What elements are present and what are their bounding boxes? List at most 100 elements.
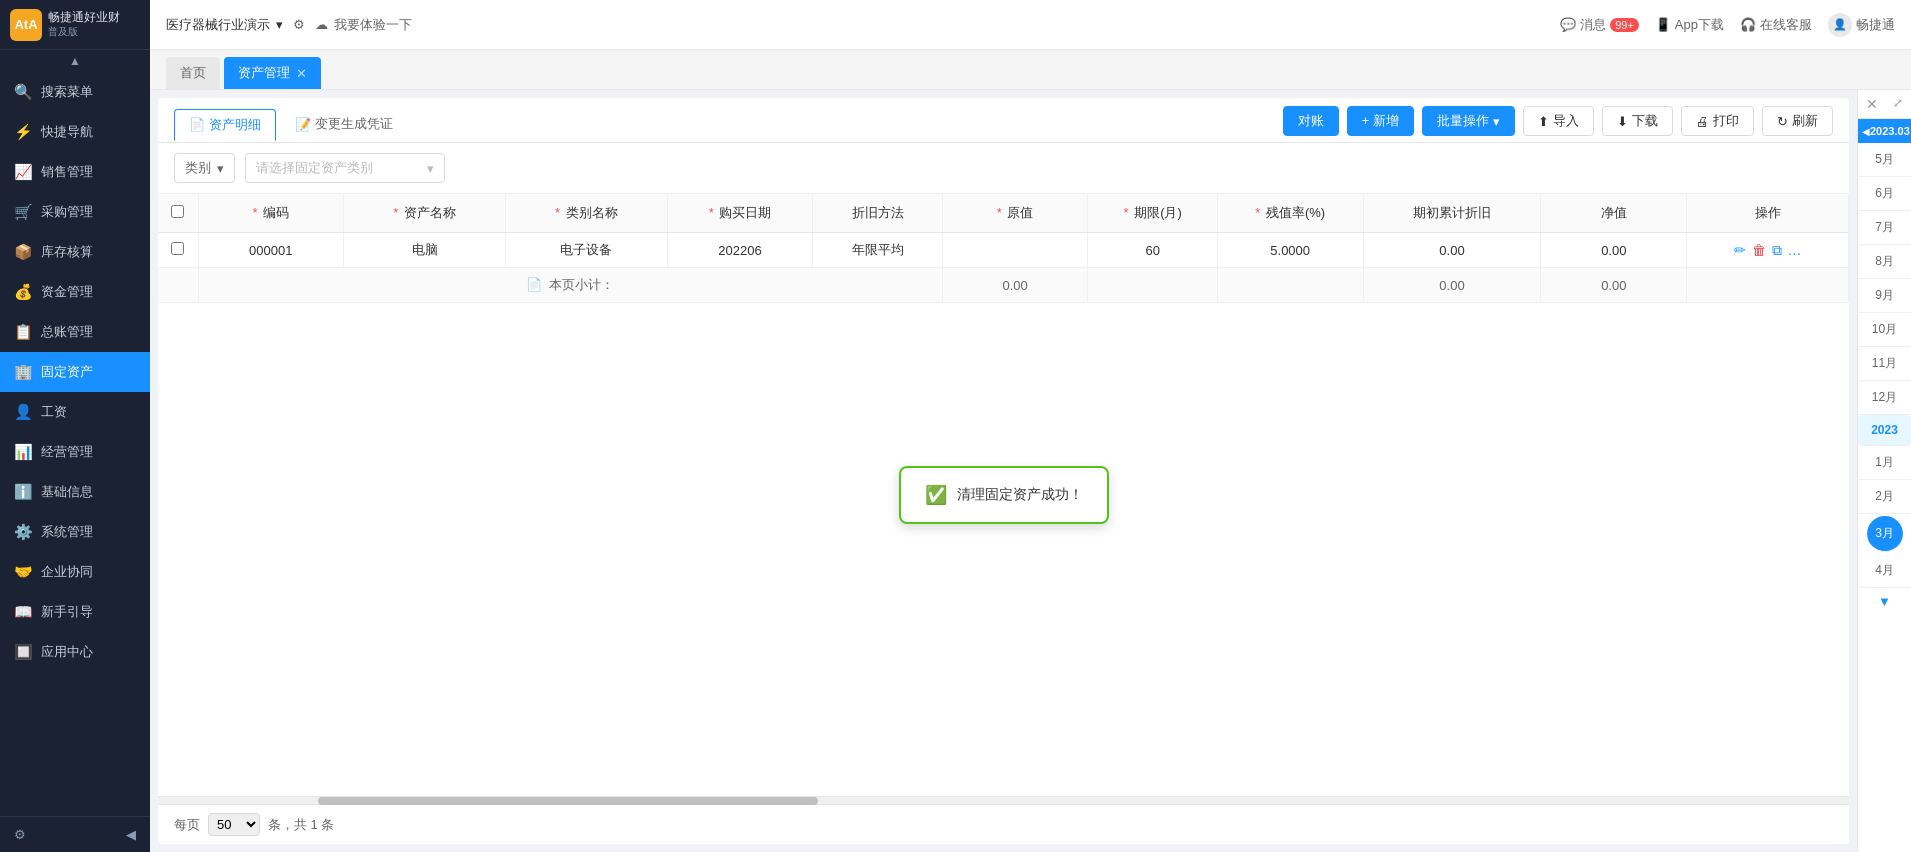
fixed-assets-icon: 🏢 bbox=[14, 363, 33, 381]
batch-dropdown-icon: ▾ bbox=[1493, 114, 1500, 129]
sidebar-scroll-up[interactable]: ▲ bbox=[0, 50, 150, 72]
more-icon[interactable]: … bbox=[1788, 242, 1802, 258]
sidebar-item-system[interactable]: ⚙️ 系统管理 bbox=[0, 512, 150, 552]
per-page-select[interactable]: 50 100 bbox=[208, 813, 260, 836]
tab-home[interactable]: 首页 bbox=[166, 57, 220, 89]
experience-button[interactable]: ☁ 我要体验一下 bbox=[315, 16, 412, 34]
sidebar-item-operations[interactable]: 📊 经营管理 bbox=[0, 432, 150, 472]
success-icon: ✅ bbox=[925, 484, 947, 506]
payroll-icon: 👤 bbox=[14, 403, 33, 421]
subtotal-row: 📄 本页小计： 0.00 0.00 0.00 bbox=[158, 268, 1849, 303]
calendar-prev-icon[interactable]: ◀ bbox=[1862, 126, 1870, 137]
per-page-label: 每页 bbox=[174, 816, 200, 834]
download-button[interactable]: ⬇ 下载 bbox=[1602, 106, 1673, 136]
select-all-checkbox[interactable] bbox=[171, 205, 184, 218]
table-header-value: * 原值 bbox=[942, 194, 1088, 233]
calendar-month-3-current[interactable]: 3月 bbox=[1867, 516, 1903, 552]
settings-button[interactable]: ⚙ bbox=[293, 17, 305, 32]
enterprise-icon: 🤝 bbox=[14, 563, 33, 581]
subtabs: 📄 资产明细 📝 变更生成凭证 对账 + 新增 批量操作 ▾ bbox=[158, 98, 1849, 143]
calendar-month-1[interactable]: 1月 bbox=[1858, 446, 1911, 480]
table-header-checkbox bbox=[158, 194, 198, 233]
collapse-icon[interactable]: ◀ bbox=[126, 827, 136, 842]
import-icon: ⬆ bbox=[1538, 114, 1549, 129]
sidebar-item-quick-nav[interactable]: ⚡ 快捷导航 bbox=[0, 112, 150, 152]
company-dropdown-icon: ▾ bbox=[276, 17, 283, 32]
logo-text: 畅捷通好业财 bbox=[48, 10, 120, 26]
operations-icon: 📊 bbox=[14, 443, 33, 461]
calendar-expand-icon[interactable]: ⤢ bbox=[1891, 94, 1905, 114]
calendar-scroll-down-icon[interactable]: ▼ bbox=[1872, 588, 1897, 615]
pagination: 每页 50 100 条，共 1 条 bbox=[158, 804, 1849, 844]
row-checkbox[interactable] bbox=[171, 242, 184, 255]
sidebar-item-app-center[interactable]: 🔲 应用中心 bbox=[0, 632, 150, 672]
row-method: 年限平均 bbox=[813, 233, 942, 268]
scroll-thumb[interactable] bbox=[318, 797, 818, 805]
refresh-button[interactable]: ↻ 刷新 bbox=[1762, 106, 1833, 136]
subtab-generate-voucher[interactable]: 📝 变更生成凭证 bbox=[280, 108, 408, 140]
notifications-button[interactable]: 💬 消息 99+ bbox=[1560, 16, 1639, 34]
calendar-month-4[interactable]: 4月 bbox=[1858, 554, 1911, 588]
calendar-month-11[interactable]: 11月 bbox=[1858, 347, 1911, 381]
table-header-period: * 期限(月) bbox=[1088, 194, 1217, 233]
assets-table: * 编码 * 资产名称 * 类别名称 bbox=[158, 194, 1849, 303]
edit-icon[interactable]: ✏ bbox=[1734, 242, 1746, 258]
category-filter[interactable]: 类别 ▾ bbox=[174, 153, 235, 183]
copy-icon[interactable]: ⧉ bbox=[1772, 242, 1782, 259]
delete-icon[interactable]: 🗑 bbox=[1752, 242, 1766, 258]
calendar-month-9[interactable]: 9月 bbox=[1858, 279, 1911, 313]
row-net: 0.00 bbox=[1541, 233, 1687, 268]
horizontal-scrollbar[interactable] bbox=[158, 796, 1849, 804]
batch-operation-button[interactable]: 批量操作 ▾ bbox=[1422, 106, 1515, 136]
table-header-date: * 购买日期 bbox=[667, 194, 813, 233]
add-button[interactable]: + 新增 bbox=[1347, 106, 1414, 136]
calendar-close-icon[interactable]: ✕ bbox=[1864, 94, 1880, 114]
sidebar-item-fixed-assets[interactable]: 🏢 固定资产 bbox=[0, 352, 150, 392]
calendar-month-6[interactable]: 6月 bbox=[1858, 177, 1911, 211]
row-code: 000001 bbox=[198, 233, 344, 268]
settings-icon[interactable]: ⚙ bbox=[14, 827, 26, 842]
import-button[interactable]: ⬆ 导入 bbox=[1523, 106, 1594, 136]
calendar-panel: ✕ ⤢ ◀ 2023.03 5月 6月 7月 8月 9月 10月 11月 12月… bbox=[1857, 90, 1911, 852]
table-header-rate: * 残值率(%) bbox=[1217, 194, 1363, 233]
sidebar-item-payroll[interactable]: 👤 工资 bbox=[0, 392, 150, 432]
user-menu[interactable]: 👤 畅捷通 bbox=[1828, 13, 1895, 37]
voucher-icon: 📝 bbox=[295, 117, 311, 132]
calendar-month-12[interactable]: 12月 bbox=[1858, 381, 1911, 415]
reconcile-button[interactable]: 对账 bbox=[1283, 106, 1339, 136]
row-date: 202206 bbox=[667, 233, 813, 268]
sidebar-footer: ⚙ ◀ bbox=[0, 816, 150, 852]
app-download-button[interactable]: 📱 App下载 bbox=[1655, 16, 1724, 34]
row-accum: 0.00 bbox=[1363, 233, 1541, 268]
sidebar-item-guide[interactable]: 📖 新手引导 bbox=[0, 592, 150, 632]
subtab-asset-detail[interactable]: 📄 资产明细 bbox=[174, 109, 276, 141]
refresh-icon: ↻ bbox=[1777, 114, 1788, 129]
sidebar-item-search[interactable]: 🔍 搜索菜单 bbox=[0, 72, 150, 112]
calendar-month-5[interactable]: 5月 bbox=[1858, 143, 1911, 177]
category-input[interactable]: 请选择固定资产类别 ▾ bbox=[245, 153, 445, 183]
company-selector[interactable]: 医疗器械行业演示 ▾ bbox=[166, 16, 283, 34]
table-header-method: 折旧方法 bbox=[813, 194, 942, 233]
row-checkbox-cell bbox=[158, 233, 198, 268]
calendar-month-8[interactable]: 8月 bbox=[1858, 245, 1911, 279]
calendar-month-10[interactable]: 10月 bbox=[1858, 313, 1911, 347]
print-button[interactable]: 🖨 打印 bbox=[1681, 106, 1754, 136]
calendar-month-7[interactable]: 7月 bbox=[1858, 211, 1911, 245]
tab-asset-management[interactable]: 资产管理 ✕ bbox=[224, 57, 321, 89]
logo-sub: 普及版 bbox=[48, 25, 120, 39]
sidebar-item-sales[interactable]: 📈 销售管理 bbox=[0, 152, 150, 192]
tab-close-icon[interactable]: ✕ bbox=[296, 66, 307, 81]
sidebar-item-basic-info[interactable]: ℹ️ 基础信息 bbox=[0, 472, 150, 512]
table-header-net: 净值 bbox=[1541, 194, 1687, 233]
sidebar-item-inventory[interactable]: 📦 库存核算 bbox=[0, 232, 150, 272]
user-avatar: 👤 bbox=[1828, 13, 1852, 37]
sidebar-item-ledger[interactable]: 📋 总账管理 bbox=[0, 312, 150, 352]
tabbar: 首页 资产管理 ✕ bbox=[150, 50, 1911, 90]
sidebar-item-enterprise[interactable]: 🤝 企业协同 bbox=[0, 552, 150, 592]
subtotal-value: 0.00 bbox=[942, 268, 1088, 303]
sidebar-item-purchase[interactable]: 🛒 采购管理 bbox=[0, 192, 150, 232]
online-service-button[interactable]: 🎧 在线客服 bbox=[1740, 16, 1812, 34]
row-period: 60 bbox=[1088, 233, 1217, 268]
calendar-month-2[interactable]: 2月 bbox=[1858, 480, 1911, 514]
sidebar-item-capital[interactable]: 💰 资金管理 bbox=[0, 272, 150, 312]
